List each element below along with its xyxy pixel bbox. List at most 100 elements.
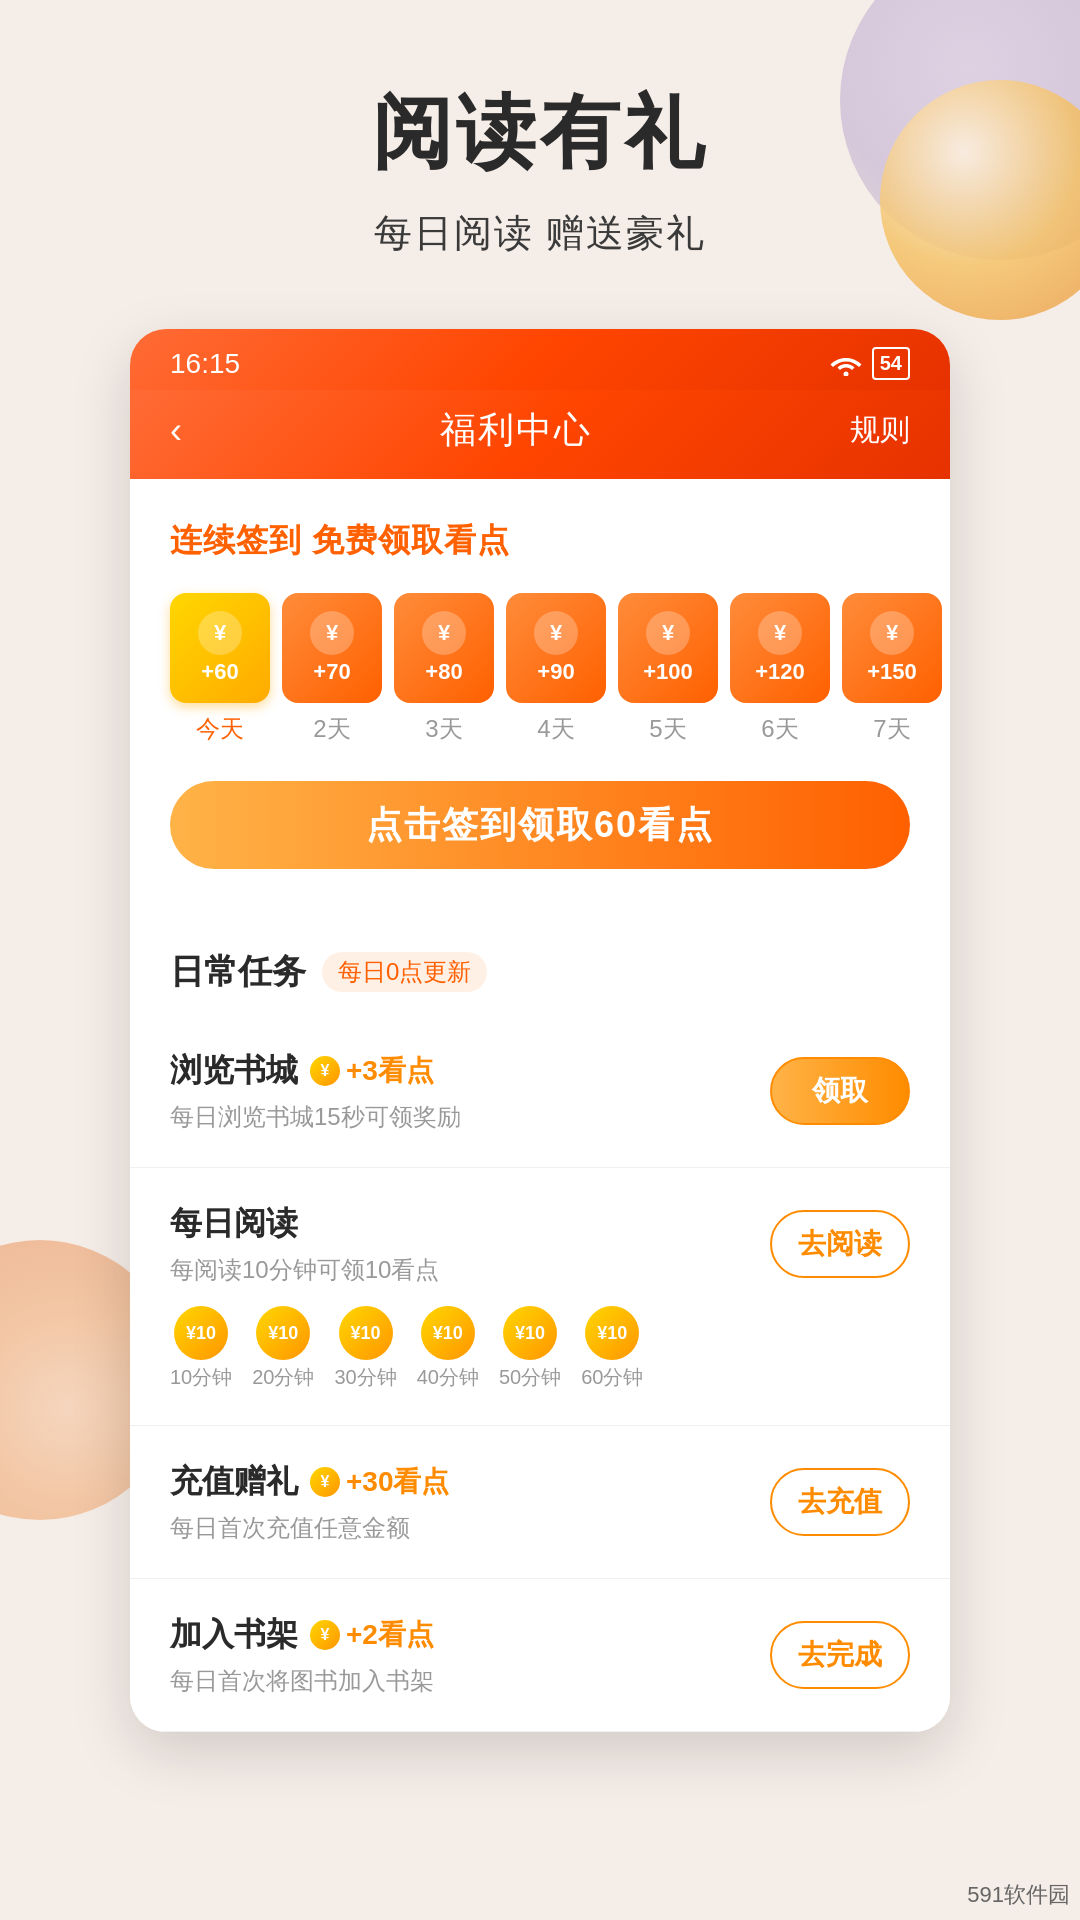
wifi-icon [830, 352, 862, 376]
task-info-reading: 每日阅读 每阅读10分钟可领10看点 [170, 1202, 770, 1286]
coin-amount-2: +70 [313, 659, 350, 685]
reading-progress: ¥10 10分钟 ¥10 20分钟 ¥10 30分钟 ¥10 [170, 1306, 910, 1391]
task-info-browse: 浏览书城 ¥ +3看点 每日浏览书城15秒可领奖励 [170, 1049, 770, 1133]
nav-bar: ‹ 福利中心 规则 [130, 390, 950, 479]
progress-coin-2: ¥10 20分钟 [252, 1306, 314, 1391]
nav-title: 福利中心 [440, 406, 592, 455]
task-name-row-reading: 每日阅读 [170, 1202, 770, 1246]
task-row-recharge: 充值赠礼 ¥ +30看点 每日首次充值任意金额 去充值 [170, 1460, 910, 1544]
task-name-shelf: 加入书架 [170, 1613, 298, 1657]
progress-coins-row: ¥10 10分钟 ¥10 20分钟 ¥10 30分钟 ¥10 [170, 1306, 910, 1391]
tasks-header: 日常任务 每日0点更新 [130, 919, 950, 1015]
progress-coin-4: ¥10 40分钟 [417, 1306, 479, 1391]
back-button[interactable]: ‹ [170, 410, 182, 452]
task-reward-shelf: ¥ +2看点 [310, 1616, 434, 1654]
day-item-3: ¥ +80 3天 [394, 593, 494, 745]
tasks-title: 日常任务 [170, 949, 306, 995]
task-name-browse: 浏览书城 [170, 1049, 298, 1093]
progress-coin-5: ¥10 50分钟 [499, 1306, 561, 1391]
progress-coin-3: ¥10 30分钟 [335, 1306, 397, 1391]
prog-coin-5: ¥10 [503, 1306, 557, 1360]
coin-icon-recharge: ¥ [310, 1467, 340, 1497]
coin-symbol-7: ¥ [870, 611, 914, 655]
coin-icon-browse: ¥ [310, 1056, 340, 1086]
task-btn-browse[interactable]: 领取 [770, 1057, 910, 1125]
task-item-reading: 每日阅读 每阅读10分钟可领10看点 去阅读 ¥10 10分钟 ¥10 [130, 1168, 950, 1426]
coin-symbol-3: ¥ [422, 611, 466, 655]
coin-symbol-2: ¥ [310, 611, 354, 655]
page-container: 阅读有礼 每日阅读 赠送豪礼 16:15 54 ‹ 福利中心 规则 连续签到 免 [0, 0, 1080, 1920]
day-item-2: ¥ +70 2天 [282, 593, 382, 745]
status-icons: 54 [830, 347, 910, 380]
day-label-3: 3天 [425, 713, 462, 745]
prog-coin-3: ¥10 [339, 1306, 393, 1360]
status-time: 16:15 [170, 348, 240, 380]
task-name-row-recharge: 充值赠礼 ¥ +30看点 [170, 1460, 770, 1504]
task-btn-recharge[interactable]: 去充值 [770, 1468, 910, 1536]
day-label-6: 6天 [761, 713, 798, 745]
signin-title: 连续签到 免费领取看点 [170, 519, 910, 563]
prog-time-5: 50分钟 [499, 1364, 561, 1391]
rule-button[interactable]: 规则 [850, 410, 910, 451]
status-bar: 16:15 54 [130, 329, 950, 390]
day-label-2: 2天 [313, 713, 350, 745]
task-desc-shelf: 每日首次将图书加入书架 [170, 1665, 770, 1697]
coin-icon-shelf: ¥ [310, 1620, 340, 1650]
day-item-1: ¥ +60 今天 [170, 593, 270, 745]
progress-coin-6: ¥10 60分钟 [581, 1306, 643, 1391]
task-btn-reading[interactable]: 去阅读 [770, 1210, 910, 1278]
coin-amount-3: +80 [425, 659, 462, 685]
days-row: ¥ +60 今天 ¥ +70 2天 ¥ +8 [170, 593, 910, 745]
coin-badge-6: ¥ +120 [730, 593, 830, 703]
task-name-row-shelf: 加入书架 ¥ +2看点 [170, 1613, 770, 1657]
coin-badge-2: ¥ +70 [282, 593, 382, 703]
task-reward-browse: ¥ +3看点 [310, 1052, 434, 1090]
task-item-recharge: 充值赠礼 ¥ +30看点 每日首次充值任意金额 去充值 [130, 1426, 950, 1579]
task-desc-browse: 每日浏览书城15秒可领奖励 [170, 1101, 770, 1133]
signin-button[interactable]: 点击签到领取60看点 [170, 781, 910, 869]
coin-symbol-6: ¥ [758, 611, 802, 655]
coin-symbol-1: ¥ [198, 611, 242, 655]
coin-amount-6: +120 [755, 659, 805, 685]
prog-time-1: 10分钟 [170, 1364, 232, 1391]
task-row-shelf: 加入书架 ¥ +2看点 每日首次将图书加入书架 去完成 [170, 1613, 910, 1697]
day-item-6: ¥ +120 6天 [730, 593, 830, 745]
coin-badge-7: ¥ +150 [842, 593, 942, 703]
task-name-row-browse: 浏览书城 ¥ +3看点 [170, 1049, 770, 1093]
watermark: 591软件园 [967, 1880, 1070, 1910]
task-name-recharge: 充值赠礼 [170, 1460, 298, 1504]
task-name-reading: 每日阅读 [170, 1202, 298, 1246]
prog-coin-2: ¥10 [256, 1306, 310, 1360]
coin-symbol-5: ¥ [646, 611, 690, 655]
coin-amount-7: +150 [867, 659, 917, 685]
tasks-section: 日常任务 每日0点更新 浏览书城 ¥ +3看点 每日浏览书城15秒可领奖 [130, 919, 950, 1732]
task-btn-shelf[interactable]: 去完成 [770, 1621, 910, 1689]
prog-time-3: 30分钟 [335, 1364, 397, 1391]
day-item-5: ¥ +100 5天 [618, 593, 718, 745]
coin-amount-4: +90 [537, 659, 574, 685]
tasks-update-hint: 每日0点更新 [322, 952, 487, 992]
coin-badge-5: ¥ +100 [618, 593, 718, 703]
prog-time-4: 40分钟 [417, 1364, 479, 1391]
signin-card: 连续签到 免费领取看点 ¥ +60 今天 ¥ +70 2 [130, 479, 950, 919]
coin-badge-3: ¥ +80 [394, 593, 494, 703]
coin-symbol-4: ¥ [534, 611, 578, 655]
task-row-reading: 每日阅读 每阅读10分钟可领10看点 去阅读 [170, 1202, 910, 1286]
prog-coin-1: ¥10 [174, 1306, 228, 1360]
task-info-shelf: 加入书架 ¥ +2看点 每日首次将图书加入书架 [170, 1613, 770, 1697]
prog-time-2: 20分钟 [252, 1364, 314, 1391]
phone-mockup: 16:15 54 ‹ 福利中心 规则 连续签到 免费领取看点 [130, 329, 950, 1732]
task-desc-recharge: 每日首次充值任意金额 [170, 1512, 770, 1544]
svg-point-0 [843, 371, 848, 376]
day-label-1: 今天 [196, 713, 244, 745]
battery-indicator: 54 [872, 347, 910, 380]
task-item-shelf: 加入书架 ¥ +2看点 每日首次将图书加入书架 去完成 [130, 1579, 950, 1732]
task-reward-recharge: ¥ +30看点 [310, 1463, 450, 1501]
prog-time-6: 60分钟 [581, 1364, 643, 1391]
coin-amount-1: +60 [201, 659, 238, 685]
task-item-browse: 浏览书城 ¥ +3看点 每日浏览书城15秒可领奖励 领取 [130, 1015, 950, 1168]
day-label-7: 7天 [873, 713, 910, 745]
coin-badge-1: ¥ +60 [170, 593, 270, 703]
prog-coin-6: ¥10 [585, 1306, 639, 1360]
day-item-4: ¥ +90 4天 [506, 593, 606, 745]
